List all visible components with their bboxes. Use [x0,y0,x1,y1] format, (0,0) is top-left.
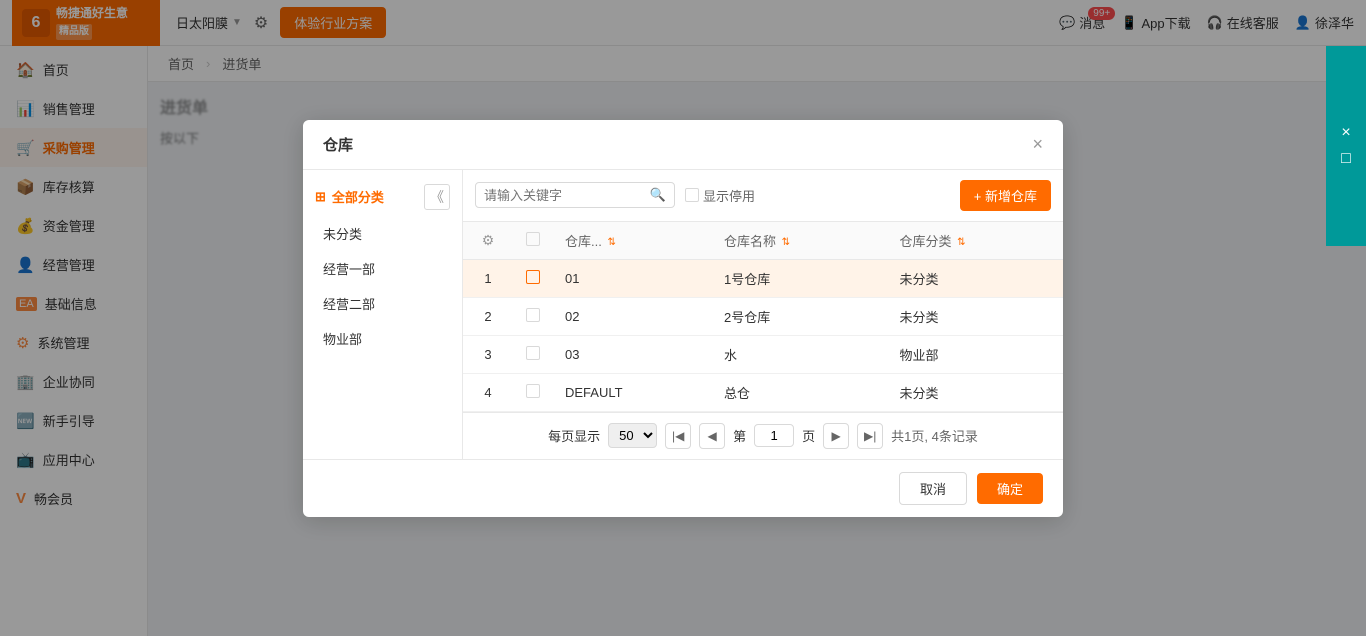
category-ops2[interactable]: 经营二部 [303,286,462,321]
content-panel: 🔍 显示停用 + 新增仓库 ⚙ [463,170,1063,459]
search-input[interactable] [484,188,644,203]
row-checkbox-2[interactable] [526,308,540,322]
row-code: 01 [553,259,712,297]
col-category-sort-icon: ⇅ [957,237,965,248]
table-row[interactable]: 4 DEFAULT 总仓 未分类 [463,373,1063,411]
select-all-check[interactable] [526,232,540,246]
col-code-label: 仓库... [565,234,602,249]
category-header: ⊞ 全部分类 《 [303,178,462,216]
page-input[interactable] [754,424,794,447]
col-settings: ⚙ [463,222,513,260]
col-code-sort-icon: ⇅ [607,237,615,248]
show-disabled-label: 显示停用 [703,186,755,205]
row-checkbox-3[interactable] [526,346,540,360]
show-disabled-checkbox[interactable]: 显示停用 [685,186,755,205]
grid-icon: ⊞ [315,189,326,205]
row-check[interactable] [513,335,553,373]
confirm-btn[interactable]: 确定 [977,473,1043,504]
add-warehouse-btn[interactable]: + 新增仓库 [960,180,1051,211]
row-code: 03 [553,335,712,373]
category-ops1[interactable]: 经营一部 [303,251,462,286]
table-row[interactable]: 3 03 水 物业部 [463,335,1063,373]
col-check [513,222,553,260]
table-row[interactable]: 2 02 2号仓库 未分类 [463,297,1063,335]
col-settings-icon[interactable]: ⚙ [482,232,495,248]
page-suffix: 页 [802,426,815,445]
table-header: ⚙ 仓库... ⇅ 仓库名称 [463,222,1063,260]
row-check[interactable] [513,373,553,411]
teal-expand-btn[interactable]: □ [1341,150,1351,168]
row-num: 2 [463,297,513,335]
table-body: 1 01 1号仓库 未分类 2 [463,259,1063,411]
row-num: 1 [463,259,513,297]
col-name[interactable]: 仓库名称 ⇅ [712,222,888,260]
page-total: 共1页, 4条记录 [891,426,978,445]
cancel-btn[interactable]: 取消 [899,472,967,505]
col-code[interactable]: 仓库... ⇅ [553,222,712,260]
page-first-btn[interactable]: |◀ [665,423,691,449]
pagination: 每页显示 50 |◀ ◀ 第 页 ▶ ▶| 共1页, 4条记录 [463,412,1063,459]
page-last-btn[interactable]: ▶| [857,423,883,449]
row-category: 未分类 [887,297,1063,335]
row-category: 未分类 [887,259,1063,297]
row-name: 1号仓库 [712,259,888,297]
row-name: 2号仓库 [712,297,888,335]
row-check[interactable] [513,259,553,297]
page-label: 第 [733,426,746,445]
modal-close-btn[interactable]: × [1032,135,1043,153]
search-icon[interactable]: 🔍 [650,187,666,203]
row-category: 未分类 [887,373,1063,411]
category-all-btn[interactable]: ⊞ 全部分类 [315,187,384,206]
row-checkbox-4[interactable] [526,384,540,398]
category-panel: ⊞ 全部分类 《 未分类 经营一部 经营二部 物业部 [303,170,463,459]
row-checkbox-1[interactable] [526,270,540,284]
row-code: 02 [553,297,712,335]
modal-overlay: 仓库 × ⊞ 全部分类 《 未分类 经营一部 经营二部 物业部 [0,0,1366,636]
per-page-select[interactable]: 50 [608,423,657,448]
row-name: 总仓 [712,373,888,411]
modal-footer: 取消 确定 [303,459,1063,517]
page-next-btn[interactable]: ▶ [823,423,849,449]
col-name-sort-icon: ⇅ [782,237,790,248]
category-property[interactable]: 物业部 [303,321,462,356]
row-check[interactable] [513,297,553,335]
row-category: 物业部 [887,335,1063,373]
col-category[interactable]: 仓库分类 ⇅ [887,222,1063,260]
category-unclassified[interactable]: 未分类 [303,216,462,251]
col-name-label: 仓库名称 [724,234,776,249]
category-collapse-btn[interactable]: 《 [424,184,450,210]
teal-sidebar: × □ [1326,46,1366,246]
row-code: DEFAULT [553,373,712,411]
col-category-label: 仓库分类 [899,234,951,249]
teal-close-btn[interactable]: × [1341,124,1350,142]
per-page-label: 每页显示 [548,426,600,445]
show-disabled-check[interactable] [685,188,699,202]
modal-body: ⊞ 全部分类 《 未分类 经营一部 经营二部 物业部 🔍 [303,170,1063,459]
table-wrapper: ⚙ 仓库... ⇅ 仓库名称 [463,222,1063,412]
category-all-label: 全部分类 [332,187,384,206]
row-name: 水 [712,335,888,373]
page-prev-btn[interactable]: ◀ [699,423,725,449]
modal-header: 仓库 × [303,120,1063,170]
row-num: 4 [463,373,513,411]
search-box: 🔍 [475,182,675,208]
content-toolbar: 🔍 显示停用 + 新增仓库 [463,170,1063,222]
modal-title: 仓库 [323,134,353,155]
row-num: 3 [463,335,513,373]
warehouse-modal: 仓库 × ⊞ 全部分类 《 未分类 经营一部 经营二部 物业部 [303,120,1063,517]
table-row[interactable]: 1 01 1号仓库 未分类 [463,259,1063,297]
warehouse-table: ⚙ 仓库... ⇅ 仓库名称 [463,222,1063,412]
